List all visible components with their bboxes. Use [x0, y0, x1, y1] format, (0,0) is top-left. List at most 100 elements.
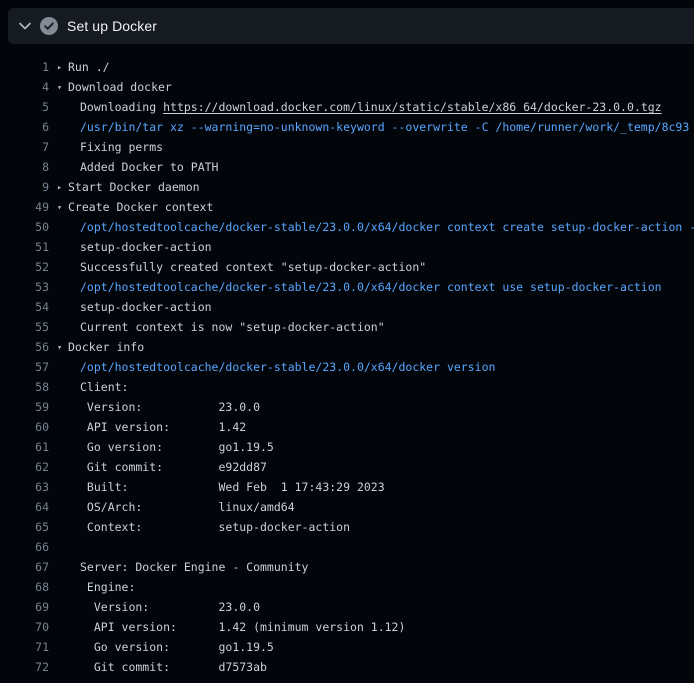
line-number[interactable]: 4: [0, 77, 49, 97]
line-number[interactable]: 6: [0, 117, 49, 137]
log-command: /opt/hostedtoolcache/docker-stable/23.0.…: [57, 357, 495, 377]
log-group-row[interactable]: ▸Start Docker daemon: [57, 177, 200, 197]
log-line[interactable]: 4 ▾Download docker: [0, 77, 694, 97]
log-text: Server: Docker Engine - Community: [57, 557, 308, 577]
log-line: 67 Server: Docker Engine - Community: [0, 557, 694, 577]
log-text: Go version: go1.19.5: [57, 637, 274, 657]
line-number[interactable]: 51: [0, 237, 49, 257]
log-text: API version: 1.42: [57, 417, 246, 437]
log-text: Downloading: [80, 100, 163, 114]
line-number[interactable]: 64: [0, 497, 49, 517]
step-title: Set up Docker: [67, 18, 157, 34]
status-check-icon: [40, 17, 58, 35]
line-number[interactable]: 5: [0, 97, 49, 117]
log-text: Downloading https://download.docker.com/…: [57, 97, 662, 117]
log-line: 54 setup-docker-action: [0, 297, 694, 317]
log-text: Git commit: d7573ab: [57, 657, 267, 677]
log-line: 7Fixing perms: [0, 137, 694, 157]
log-line[interactable]: 56 ▾Docker info: [0, 337, 694, 357]
log-command: /opt/hostedtoolcache/docker-stable/23.0.…: [57, 277, 662, 297]
line-number[interactable]: 72: [0, 657, 49, 677]
line-number[interactable]: 9: [0, 177, 49, 197]
log-text: Client:: [57, 377, 128, 397]
line-number[interactable]: 57: [0, 357, 49, 377]
log-line: 6/usr/bin/tar xz --warning=no-unknown-ke…: [0, 117, 694, 137]
log-line: 5 Downloading https://download.docker.com…: [0, 97, 694, 117]
log-line[interactable]: 49 ▾Create Docker context: [0, 197, 694, 217]
log-line: 70 API version: 1.42 (minimum version 1.…: [0, 617, 694, 637]
line-number[interactable]: 71: [0, 637, 49, 657]
log-text: Successfully created context "setup-dock…: [57, 257, 426, 277]
log-line: 62 Git commit: e92dd87: [0, 457, 694, 477]
log-group-row[interactable]: ▸Run ./: [57, 57, 110, 77]
log-line: 60 API version: 1.42: [0, 417, 694, 437]
log-line: 59 Version: 23.0.0: [0, 397, 694, 417]
log-text: API version: 1.42 (minimum version 1.12): [57, 617, 405, 637]
log-line: 69 Version: 23.0.0: [0, 597, 694, 617]
log-group-row[interactable]: ▾Docker info: [57, 337, 144, 357]
log-line[interactable]: 1 ▸Run ./: [0, 57, 694, 77]
log-line: 51setup-docker-action: [0, 237, 694, 257]
log-line: 57/opt/hostedtoolcache/docker-stable/23.…: [0, 357, 694, 377]
step-header[interactable]: Set up Docker: [8, 8, 694, 44]
log-text: [57, 537, 80, 557]
line-number[interactable]: 68: [0, 577, 49, 597]
group-title: Run ./: [68, 60, 110, 74]
log-link[interactable]: https://download.docker.com/linux/static…: [163, 100, 662, 114]
group-title: Docker info: [68, 340, 144, 354]
line-number[interactable]: 49: [0, 197, 49, 217]
log-line: 8 Added Docker to PATH: [0, 157, 694, 177]
line-number[interactable]: 60: [0, 417, 49, 437]
log-text: setup-docker-action: [57, 297, 212, 317]
log-command: /usr/bin/tar xz --warning=no-unknown-key…: [57, 117, 689, 137]
log-group-row[interactable]: ▾Download docker: [57, 77, 172, 97]
line-number[interactable]: 61: [0, 437, 49, 457]
line-number[interactable]: 52: [0, 257, 49, 277]
line-number[interactable]: 63: [0, 477, 49, 497]
log-line: 65 Context: setup-docker-action: [0, 517, 694, 537]
log-text: Git commit: e92dd87: [57, 457, 267, 477]
line-number[interactable]: 69: [0, 597, 49, 617]
log-line: 58 Client:: [0, 377, 694, 397]
line-number[interactable]: 54: [0, 297, 49, 317]
group-title: Download docker: [68, 80, 172, 94]
line-number[interactable]: 65: [0, 517, 49, 537]
chevron-down-icon: ▾: [57, 198, 68, 218]
log-text: Added Docker to PATH: [57, 157, 218, 177]
log-line: 71 Go version: go1.19.5: [0, 637, 694, 657]
line-number[interactable]: 70: [0, 617, 49, 637]
log-line: 53/opt/hostedtoolcache/docker-stable/23.…: [0, 277, 694, 297]
chevron-right-icon: ▸: [57, 58, 68, 78]
log-command: /opt/hostedtoolcache/docker-stable/23.0.…: [57, 217, 694, 237]
line-number[interactable]: 1: [0, 57, 49, 77]
log-text: Current context is now "setup-docker-act…: [57, 317, 385, 337]
line-number[interactable]: 56: [0, 337, 49, 357]
chevron-down-icon[interactable]: [18, 20, 31, 33]
line-number[interactable]: 8: [0, 157, 49, 177]
log-group-row[interactable]: ▾Create Docker context: [57, 197, 213, 217]
line-number[interactable]: 50: [0, 217, 49, 237]
log-line[interactable]: 9 ▸Start Docker daemon: [0, 177, 694, 197]
line-number[interactable]: 53: [0, 277, 49, 297]
line-number[interactable]: 62: [0, 457, 49, 477]
line-number[interactable]: 55: [0, 317, 49, 337]
chevron-down-icon: ▾: [57, 78, 68, 98]
log-line: 52 Successfully created context "setup-do…: [0, 257, 694, 277]
chevron-right-icon: ▸: [57, 178, 68, 198]
log-line: 50/opt/hostedtoolcache/docker-stable/23.…: [0, 217, 694, 237]
log-line: 55 Current context is now "setup-docker-a…: [0, 317, 694, 337]
log-text: Version: 23.0.0: [57, 397, 260, 417]
group-title: Start Docker daemon: [68, 180, 200, 194]
line-number[interactable]: 59: [0, 397, 49, 417]
log-text: OS/Arch: linux/amd64: [57, 497, 295, 517]
log-line: 63 Built: Wed Feb 1 17:43:29 2023: [0, 477, 694, 497]
line-number[interactable]: 67: [0, 557, 49, 577]
log-text: Engine:: [57, 577, 135, 597]
line-number[interactable]: 58: [0, 377, 49, 397]
log-line: 66: [0, 537, 694, 557]
log-text: Go version: go1.19.5: [57, 437, 274, 457]
line-number[interactable]: 66: [0, 537, 49, 557]
log-body: 1▸Run ./4▾Download docker5Downloading ht…: [0, 44, 694, 683]
log-text: Built: Wed Feb 1 17:43:29 2023: [57, 477, 385, 497]
line-number[interactable]: 7: [0, 137, 49, 157]
